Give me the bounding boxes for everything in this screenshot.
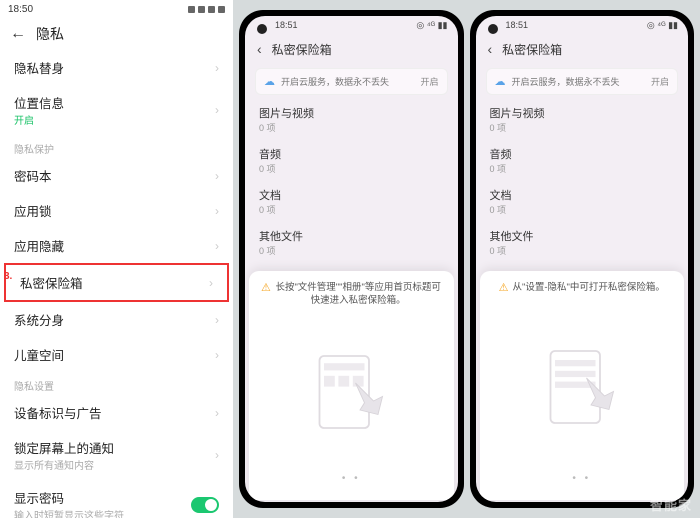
cat-other[interactable]: 其他文件0 项 <box>476 222 689 263</box>
tip-text: ⚠从"设置-隐私"中可打开私密保险箱。 <box>492 281 673 296</box>
chevron-right-icon: › <box>215 313 219 327</box>
phone-photos: 18:51◎ ⁴ᴳ ▮▮ ‹私密保险箱 ☁开启云服务，数据永不丢失开启 图片与视… <box>233 0 700 518</box>
back-icon[interactable]: ← <box>10 25 26 43</box>
tip-card: ⚠长按"文件管理""相册"等应用首页标题可快速进入私密保险箱。 • • <box>249 271 454 500</box>
illustration <box>261 314 442 471</box>
cat-other[interactable]: 其他文件0 项 <box>245 222 458 263</box>
chevron-right-icon: › <box>215 239 219 253</box>
chevron-right-icon: › <box>215 406 219 420</box>
header: ← 隐私 <box>0 18 233 50</box>
back-icon[interactable]: ‹ <box>488 41 493 57</box>
cat-images[interactable]: 图片与视频0 项 <box>245 99 458 140</box>
cloud-banner[interactable]: ☁开启云服务，数据永不丢失开启 <box>255 68 448 95</box>
page-title: 隐私 <box>36 24 64 44</box>
chevron-right-icon: › <box>215 103 219 117</box>
camera-hole-icon <box>257 24 267 34</box>
cat-audio[interactable]: 音频0 项 <box>476 140 689 181</box>
settings-list: 隐私替身› 位置信息开启› 隐私保护 密码本› 应用锁› 应用隐藏› 3. 私密… <box>0 50 233 518</box>
cat-docs[interactable]: 文档0 项 <box>476 181 689 222</box>
warn-icon: ⚠ <box>499 281 509 296</box>
signal-icons: ◎ ⁴ᴳ ▮▮ <box>647 20 678 31</box>
phone-header: ‹私密保险箱 <box>476 34 689 64</box>
cloud-banner[interactable]: ☁开启云服务，数据永不丢失开启 <box>486 68 679 95</box>
phone-header: ‹私密保险箱 <box>245 34 458 64</box>
callout-badge: 3. <box>4 271 12 282</box>
item-privacy-avatar[interactable]: 隐私替身› <box>0 50 233 85</box>
item-device-id[interactable]: 设备标识与广告› <box>0 395 233 430</box>
item-system-clone[interactable]: 系统分身› <box>0 302 233 337</box>
cat-images[interactable]: 图片与视频0 项 <box>476 99 689 140</box>
chevron-right-icon: › <box>215 169 219 183</box>
chevron-right-icon: › <box>215 61 219 75</box>
watermark: 智能家 <box>650 495 692 514</box>
item-applock[interactable]: 应用锁› <box>0 193 233 228</box>
item-location[interactable]: 位置信息开启› <box>0 85 233 135</box>
chevron-right-icon: › <box>215 348 219 362</box>
toggle-on-icon[interactable] <box>191 497 219 513</box>
status-time: 18:50 <box>8 4 33 15</box>
chevron-right-icon: › <box>215 448 219 462</box>
back-icon[interactable]: ‹ <box>257 41 262 57</box>
phone2-screen: 18:51◎ ⁴ᴳ ▮▮ ‹私密保险箱 ☁开启云服务，数据永不丢失开启 图片与视… <box>476 16 689 502</box>
phone-2: 18:51◎ ⁴ᴳ ▮▮ ‹私密保险箱 ☁开启云服务，数据永不丢失开启 图片与视… <box>470 10 695 508</box>
item-show-password[interactable]: 显示密码输入时短暂显示这些字符 <box>0 480 233 518</box>
status-bar: 18:50 <box>0 0 233 18</box>
phone-status-bar: 18:51◎ ⁴ᴳ ▮▮ <box>476 16 689 34</box>
signal-icons: ◎ ⁴ᴳ ▮▮ <box>416 20 447 31</box>
section-settings: 隐私设置 <box>0 372 233 395</box>
cloud-icon: ☁ <box>495 75 506 88</box>
category-list: 图片与视频0 项 音频0 项 文档0 项 其他文件0 项 <box>476 99 689 263</box>
item-passwords[interactable]: 密码本› <box>0 158 233 193</box>
page-dots: • • <box>492 471 673 490</box>
item-private-safe[interactable]: 3. 私密保险箱› <box>4 263 229 302</box>
item-kids-space[interactable]: 儿童空间› <box>0 337 233 372</box>
cat-audio[interactable]: 音频0 项 <box>245 140 458 181</box>
chevron-right-icon: › <box>209 276 213 290</box>
illustration <box>492 302 673 471</box>
category-list: 图片与视频0 项 音频0 项 文档0 项 其他文件0 项 <box>245 99 458 263</box>
phone-1: 18:51◎ ⁴ᴳ ▮▮ ‹私密保险箱 ☁开启云服务，数据永不丢失开启 图片与视… <box>239 10 464 508</box>
phone-status-bar: 18:51◎ ⁴ᴳ ▮▮ <box>245 16 458 34</box>
camera-hole-icon <box>488 24 498 34</box>
page-dots: • • <box>261 471 442 490</box>
section-protection: 隐私保护 <box>0 135 233 158</box>
tip-card: ⚠从"设置-隐私"中可打开私密保险箱。 • • <box>480 271 685 500</box>
warn-icon: ⚠ <box>261 281 271 296</box>
settings-panel: 18:50 ← 隐私 隐私替身› 位置信息开启› 隐私保护 密码本› 应用锁› … <box>0 0 233 518</box>
phone1-screen: 18:51◎ ⁴ᴳ ▮▮ ‹私密保险箱 ☁开启云服务，数据永不丢失开启 图片与视… <box>245 16 458 502</box>
cat-docs[interactable]: 文档0 项 <box>245 181 458 222</box>
tip-text: ⚠长按"文件管理""相册"等应用首页标题可快速进入私密保险箱。 <box>261 281 442 308</box>
status-icons <box>188 6 225 13</box>
chevron-right-icon: › <box>215 204 219 218</box>
item-apphide[interactable]: 应用隐藏› <box>0 228 233 263</box>
cloud-icon: ☁ <box>264 75 275 88</box>
item-lockscreen-notif[interactable]: 锁定屏幕上的通知显示所有通知内容› <box>0 430 233 480</box>
